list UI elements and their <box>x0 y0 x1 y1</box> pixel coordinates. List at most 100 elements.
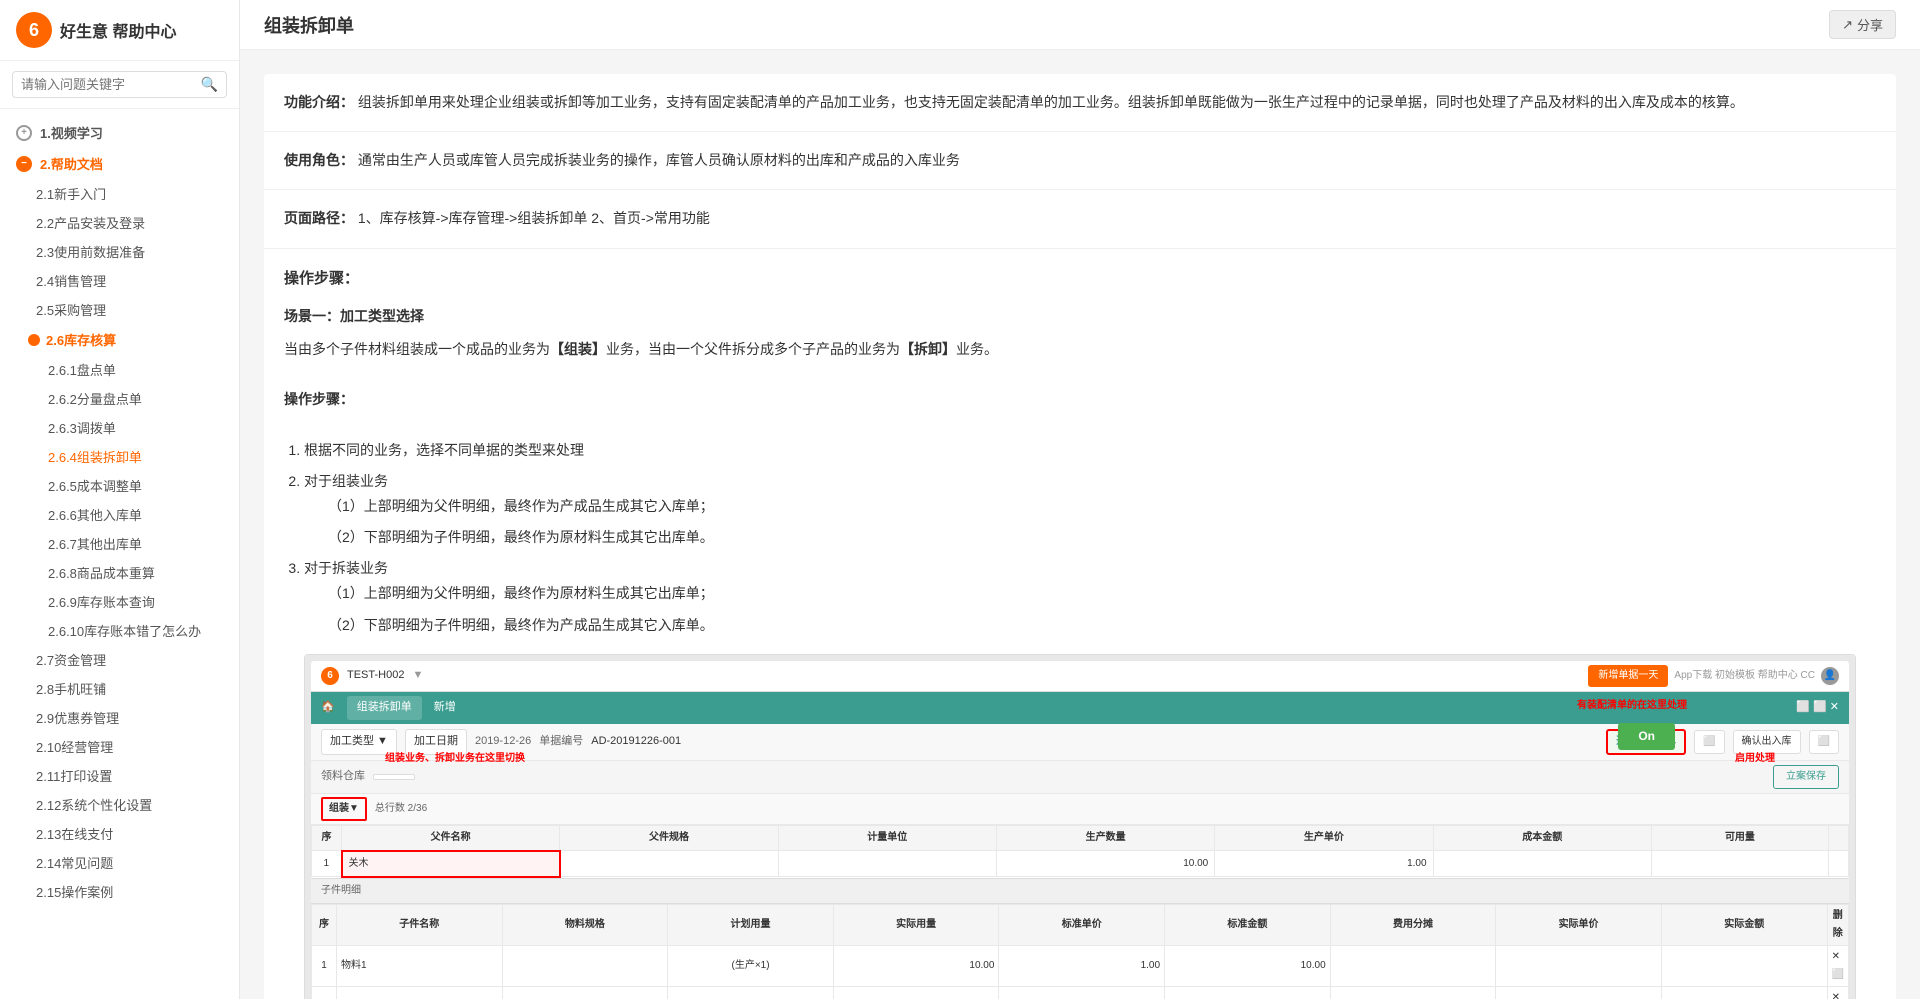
content-area: 功能介绍： 组装拆卸单用来处理企业组装或拆卸等加工业务，支持有固定装配清单的产品… <box>240 50 1920 999</box>
sim-btn-date: 加工日期 <box>405 729 467 755</box>
sim-toolbar: 加工类型 ▼ 加工日期 2019-12-26 单据编号 AD-20191226-… <box>311 724 1849 761</box>
sim-row-count: 总行数 2/36 <box>375 800 427 818</box>
sidebar-item-2-8[interactable]: 2.8手机旺铺 <box>0 674 239 703</box>
sim-lth-alloc: 费用分摊 <box>1330 904 1496 945</box>
sim-select-bom-btn: 选择装配清单 <box>1606 729 1686 755</box>
sim-logo: 6 <box>321 667 339 685</box>
sim-th-parent-spec: 父件规格 <box>560 825 778 851</box>
sidebar-item-2-4[interactable]: 2.4销售管理 <box>0 266 239 295</box>
sim-ltd-stdp-1: 1.00 <box>999 945 1165 986</box>
sim-th-avail: 可用量 <box>1651 825 1828 851</box>
search-box[interactable]: 🔍 <box>12 71 227 98</box>
sim-th-prod-qty: 生产数量 <box>996 825 1214 851</box>
sidebar-item-2-6-5[interactable]: 2.6.5成本调整单 <box>0 471 239 500</box>
sim-upper-td-del <box>1829 851 1849 877</box>
sim-lower-table: 序 子件名称 物料规格 计划用量 实际用量 标准单价 标准金额 费用分摊 <box>311 904 1849 999</box>
sidebar-item-2-6-10[interactable]: 2.6.10库存账本错了怎么办 <box>0 616 239 645</box>
sidebar-item-2-1[interactable]: 2.1新手入门 <box>0 179 239 208</box>
sim-lth-plan: 计划用量 <box>668 904 834 945</box>
role-label: 使用角色： <box>284 152 354 168</box>
sidebar-item-2-3[interactable]: 2.3使用前数据准备 <box>0 237 239 266</box>
share-button[interactable]: ↗ 分享 <box>1829 10 1896 39</box>
sim-lower-row-2: 2 物料2 (生产×1) 10.00 1.00 10.00 <box>312 986 1849 999</box>
sim-type-toggle: 组装▼ <box>321 797 367 821</box>
sim-avatar: 👤 <box>1821 667 1839 685</box>
sim-ltd-actp-1 <box>1496 945 1662 986</box>
sidebar-item-2-6-9[interactable]: 2.6.9库存账本查询 <box>0 587 239 616</box>
sidebar-section-1[interactable]: + 1.视频学习 <box>0 117 239 148</box>
sim-lth-act-amt: 实际金额 <box>1661 904 1827 945</box>
sim-upper-table: 序 父件名称 父件规格 计量单位 生产数量 生产单价 成本金额 可用量 <box>311 825 1849 878</box>
sim-system-bar: 6 TEST-H002 ▼ 新增单据一天 App下载 初始模板 帮助中心 CC … <box>311 661 1849 692</box>
sim-tab-assembly: 组装拆卸单 <box>347 696 422 720</box>
sidebar-item-2-6-8[interactable]: 2.6.8商品成本重算 <box>0 558 239 587</box>
sidebar-section-2[interactable]: − 2.帮助文档 <box>0 148 239 179</box>
sim-upper-td-price: 1.00 <box>1215 851 1433 877</box>
sim-ltd-plan-2: (生产×1) <box>668 986 834 999</box>
sim-lower-row-1: 1 物料1 (生产×1) 10.00 1.00 10.00 <box>312 945 1849 986</box>
role-text: 通常由生产人员或库管人员完成拆装业务的操作，库管人员确认原材料的出库和产成品的入… <box>358 152 960 168</box>
sidebar-item-2-15[interactable]: 2.15操作案例 <box>0 877 239 906</box>
sim-th-cost: 成本金额 <box>1433 825 1651 851</box>
sim-upper-td-qty: 10.00 <box>996 851 1214 877</box>
step-3-2: （2）下部明细为子件明细，最终作为产成品生成其它入库单。 <box>328 613 1876 638</box>
sim-upper-thead: 序 父件名称 父件规格 计量单位 生产数量 生产单价 成本金额 可用量 <box>312 825 1849 851</box>
sim-lower-table-wrap: 序 子件名称 物料规格 计划用量 实际用量 标准单价 标准金额 费用分摊 <box>311 904 1849 999</box>
sidebar-item-2-5[interactable]: 2.5采购管理 <box>0 295 239 324</box>
sidebar-item-2-9[interactable]: 2.9优惠券管理 <box>0 703 239 732</box>
func-intro-text: 组装拆卸单用来处理企业组装或拆卸等加工业务，支持有固定装配清单的产品加工业务，也… <box>358 94 1744 110</box>
step-2: 对于组装业务 （1）上部明细为父件明细，最终作为产成品生成其它入库单； （2）下… <box>304 469 1876 551</box>
search-input[interactable] <box>21 77 201 92</box>
sim-lth-name: 子件名称 <box>337 904 503 945</box>
sim-top-actions: 新增单据一天 App下载 初始模板 帮助中心 CC 👤 <box>1588 665 1839 687</box>
top-bar: 组装拆卸单 ↗ 分享 <box>240 0 1920 50</box>
sim-sys-id: TEST-H002 <box>347 666 404 686</box>
section-2-toggle-icon: − <box>16 156 32 172</box>
sidebar-item-2-6-3[interactable]: 2.6.3调拨单 <box>0 413 239 442</box>
sim-lth-std-amt: 标准金额 <box>1165 904 1331 945</box>
sim-ltd-del-1: ✕ ⬜ <box>1827 945 1848 986</box>
sidebar-section-2-6[interactable]: 2.6库存核算 <box>0 324 239 355</box>
sidebar-item-2-13[interactable]: 2.13在线支付 <box>0 819 239 848</box>
sim-home-icon: 🏠 <box>321 698 335 718</box>
sim-ltd-alloc-1 <box>1330 945 1496 986</box>
sim-ltd-alloc-2 <box>1330 986 1496 999</box>
section-1-toggle-icon: + <box>16 125 32 141</box>
sim-dropdown-icon: ▼ <box>412 666 423 686</box>
sim-ltd-stda-1: 10.00 <box>1165 945 1331 986</box>
sim-lth-spec: 物料规格 <box>502 904 668 945</box>
sidebar-item-2-6-7[interactable]: 2.6.7其他出库单 <box>0 529 239 558</box>
search-area: 🔍 <box>0 61 239 109</box>
search-icon[interactable]: 🔍 <box>201 76 218 93</box>
sidebar-item-2-6-2[interactable]: 2.6.2分量盘点单 <box>0 384 239 413</box>
sidebar-item-2-6-4[interactable]: 2.6.4组装拆卸单 <box>0 442 239 471</box>
share-icon: ↗ <box>1842 17 1853 33</box>
path-text: 1、库存核算->库存管理->组装拆卸单 2、首页->常用功能 <box>358 210 710 226</box>
sidebar-item-2-12[interactable]: 2.12系统个性化设置 <box>0 790 239 819</box>
sidebar-item-2-2[interactable]: 2.2产品安装及登录 <box>0 208 239 237</box>
sim-upper-td-name: 关木 <box>342 851 560 877</box>
steps-title: 操作步骤： <box>284 265 1876 292</box>
sidebar-item-2-7[interactable]: 2.7资金管理 <box>0 645 239 674</box>
sidebar-section-1-label: 1.视频学习 <box>40 123 103 142</box>
sim-confirm-btn2: 确认出入库 <box>1733 730 1801 754</box>
sim-ltd-act-2: 10.00 <box>833 986 999 999</box>
sim-ltd-spec-1 <box>502 945 668 986</box>
role-block: 使用角色： 通常由生产人员或库管人员完成拆装业务的操作，库管人员确认原材料的出库… <box>264 132 1896 190</box>
sim-upper-td-cost <box>1433 851 1651 877</box>
sidebar-item-2-6-6[interactable]: 2.6.6其他入库单 <box>0 500 239 529</box>
sim-ltd-name-2: 物料2 <box>337 986 503 999</box>
section-2-6-icon <box>28 334 40 346</box>
path-label: 页面路径： <box>284 210 354 226</box>
sidebar-item-2-10[interactable]: 2.10经营管理 <box>0 732 239 761</box>
sidebar-item-2-11[interactable]: 2.11打印设置 <box>0 761 239 790</box>
sidebar-item-2-6-1[interactable]: 2.6.1盘点单 <box>0 355 239 384</box>
step-3: 对于拆装业务 （1）上部明细为父件明细，最终作为原材料生成其它出库单； （2）下… <box>304 556 1876 638</box>
sim-nav-tabs: 🏠 组装拆卸单 新增 <box>321 696 456 720</box>
sidebar-section-2-6-label: 2.6库存核算 <box>46 330 116 349</box>
func-intro-block: 功能介绍： 组装拆卸单用来处理企业组装或拆卸等加工业务，支持有固定装配清单的产品… <box>264 74 1896 132</box>
sim-ltd-acta-2 <box>1661 986 1827 999</box>
sim-lower-divider: 子件明细 <box>311 878 1849 904</box>
sidebar-item-2-14[interactable]: 2.14常见问题 <box>0 848 239 877</box>
sim-ltd-act-1: 10.00 <box>833 945 999 986</box>
